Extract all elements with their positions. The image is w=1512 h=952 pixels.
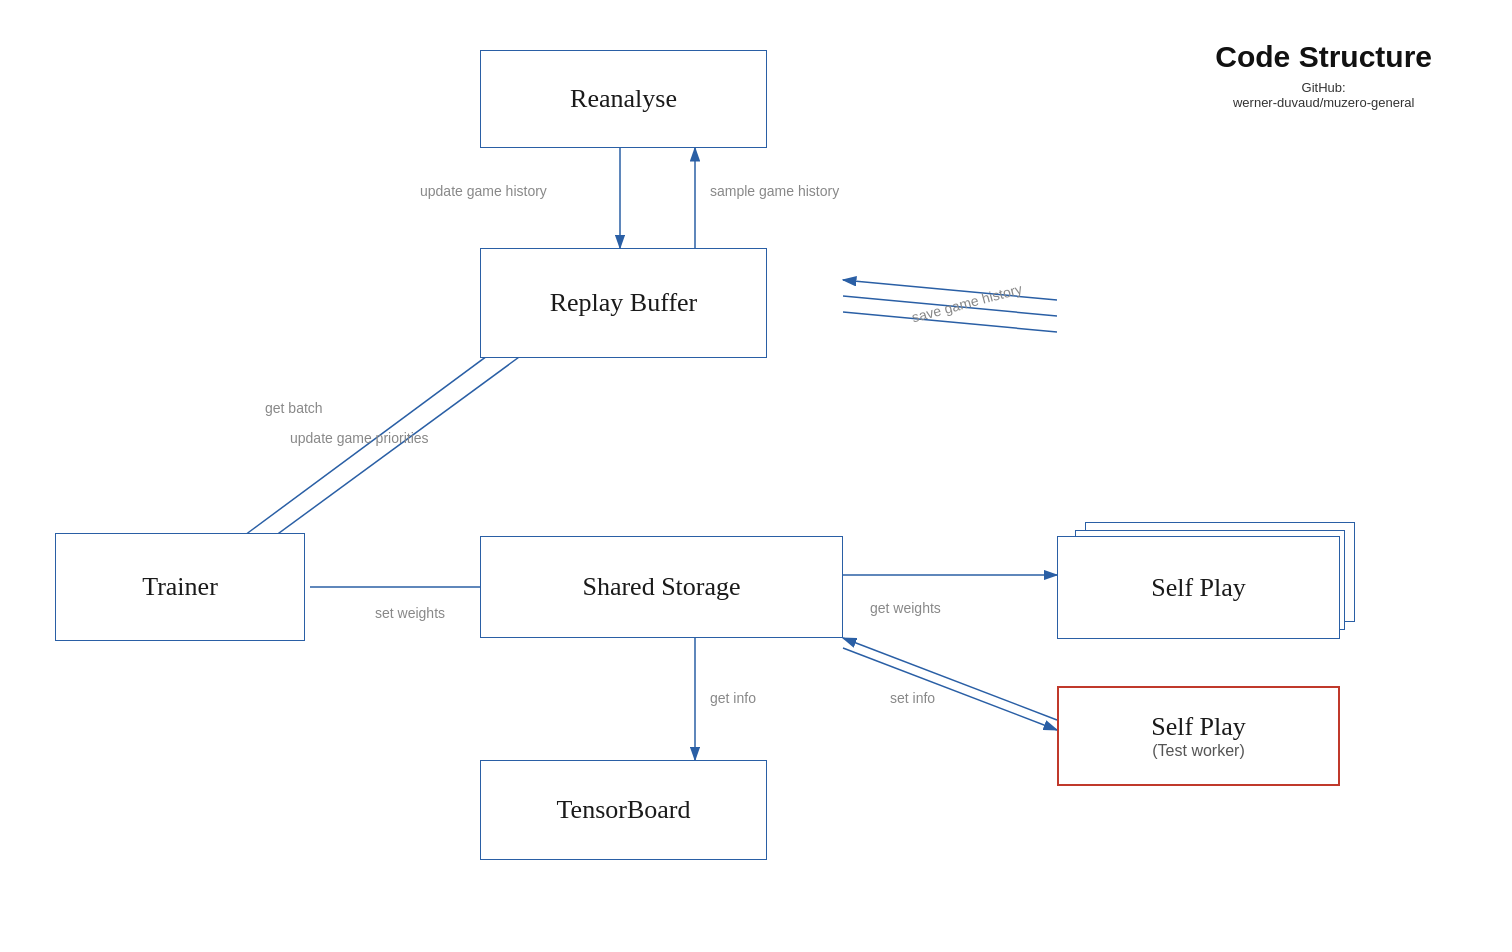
diagram-container: Code Structure GitHub: werner-duvaud/muz… xyxy=(0,0,1512,952)
label-update-game-history: update game history xyxy=(420,183,547,199)
svg-line-13 xyxy=(843,648,1057,730)
trainer-box: Trainer xyxy=(55,533,305,641)
reanalyse-box: Reanalyse xyxy=(480,50,767,148)
github-label: GitHub: werner-duvaud/muzero-general xyxy=(1215,80,1432,110)
reanalyse-label: Reanalyse xyxy=(570,84,677,114)
self-play-test-label: Self Play xyxy=(1151,712,1246,742)
trainer-label: Trainer xyxy=(142,572,218,602)
self-play-label: Self Play xyxy=(1151,573,1246,603)
label-set-weights: set weights xyxy=(375,605,445,621)
shared-storage-label: Shared Storage xyxy=(582,572,740,602)
tensorboard-box: TensorBoard xyxy=(480,760,767,860)
self-play-test-box: Self Play (Test worker) xyxy=(1057,686,1340,786)
label-sample-game-history: sample game history xyxy=(710,183,839,199)
tensorboard-label: TensorBoard xyxy=(557,795,691,825)
page-title: Code Structure xyxy=(1215,40,1432,74)
label-get-weights: get weights xyxy=(870,600,941,616)
label-save-game-history: save game history xyxy=(910,281,1024,326)
title-block: Code Structure GitHub: werner-duvaud/muz… xyxy=(1215,40,1432,110)
label-set-info: set info xyxy=(890,690,935,706)
replay-buffer-label: Replay Buffer xyxy=(550,288,698,318)
label-get-batch: get batch xyxy=(265,400,323,416)
replay-buffer-box: Replay Buffer xyxy=(480,248,767,358)
self-play-box: Self Play xyxy=(1057,536,1340,639)
shared-storage-box: Shared Storage xyxy=(480,536,843,638)
self-play-test-sub-label: (Test worker) xyxy=(1151,742,1246,760)
svg-line-12 xyxy=(843,638,1057,720)
label-update-game-priorities: update game priorities xyxy=(290,430,429,446)
label-get-info: get info xyxy=(710,690,756,706)
svg-line-6 xyxy=(843,280,1057,300)
